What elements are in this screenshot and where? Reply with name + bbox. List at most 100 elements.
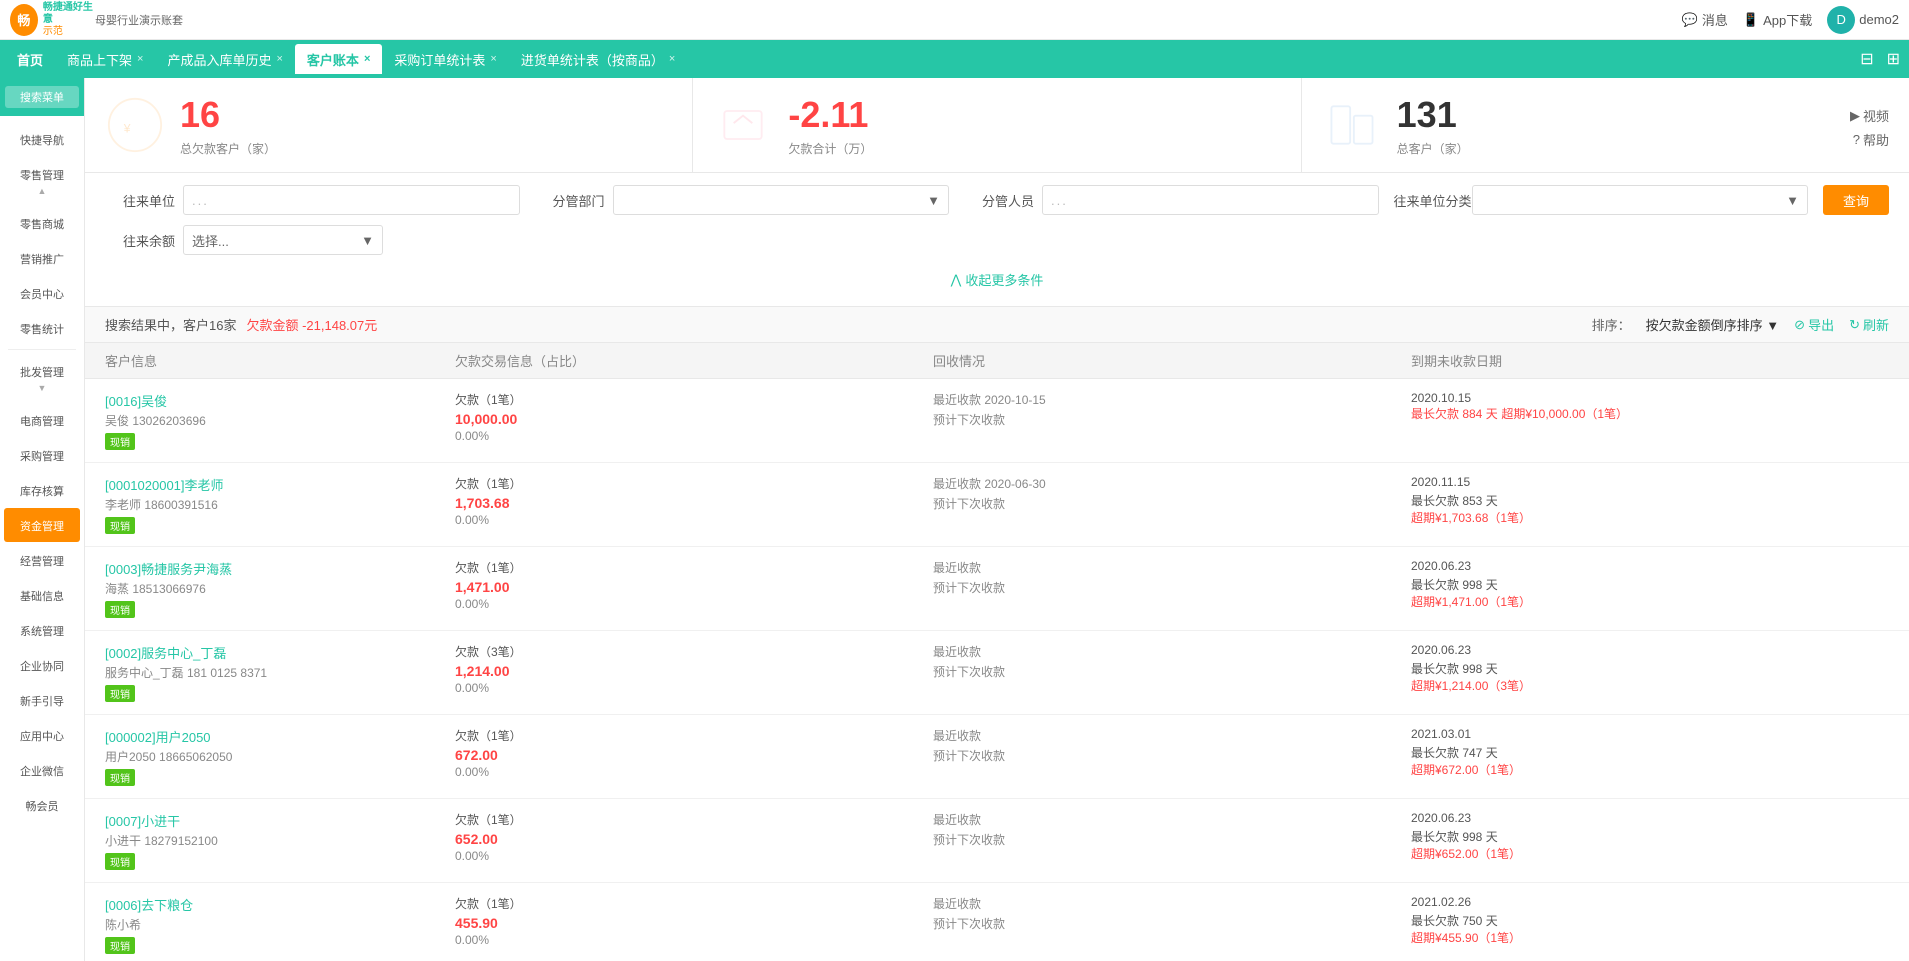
- sidebar-item-retail-mall[interactable]: 零售商城: [4, 206, 80, 240]
- overdue-link-3[interactable]: 超期¥1,214.00（3笔）: [1411, 679, 1531, 693]
- content-area: 搜索菜单 快捷导航 零售管理 ▲ 零售商城 营销推广 会员中心: [0, 78, 1909, 961]
- total-customers-icon: [1322, 95, 1382, 155]
- sidebar-item-marketing[interactable]: 营销推广: [4, 241, 80, 275]
- sidebar-item-free-member[interactable]: 畅会员: [4, 788, 80, 822]
- customer-tag-0: 现销: [105, 433, 135, 450]
- sidebar-search-input[interactable]: 搜索菜单: [5, 86, 79, 108]
- app-download-btn[interactable]: 📱 App下载: [1743, 10, 1812, 29]
- help-icon: ?: [1853, 132, 1860, 147]
- sidebar-item-purchase[interactable]: 采购管理: [4, 438, 80, 472]
- sidebar-item-member[interactable]: 会员中心: [4, 276, 80, 310]
- total-customers-value: 131: [1397, 93, 1835, 136]
- sidebar: 搜索菜单 快捷导航 零售管理 ▲ 零售商城 营销推广 会员中心: [0, 78, 85, 961]
- filter-area: 往来单位 ... 分管部门 ▼ 分管人员: [85, 173, 1909, 307]
- overdue-link-0[interactable]: 超期¥10,000.00（1笔）: [1501, 407, 1628, 421]
- tab-purchase-order[interactable]: 采购订单统计表 ×: [382, 44, 508, 74]
- balance-select[interactable]: 选择... ▼: [183, 225, 383, 255]
- main-nav: 首页 商品上下架 × 产成品入库单历史 × 客户账本 × 采购订单统计表 × 进…: [0, 40, 1909, 78]
- dept-select[interactable]: ▼: [613, 185, 950, 215]
- user-avatar-btn[interactable]: D demo2: [1827, 6, 1899, 34]
- tab-customer-account[interactable]: 客户账本 ×: [295, 44, 382, 74]
- debt-customers-value: 16: [180, 93, 672, 136]
- export-icon: ⊘: [1794, 317, 1805, 333]
- filter-unit-category: 往来单位分类 ▼: [1394, 185, 1809, 215]
- repay-cell-5: 最近收款 预计下次收款: [933, 811, 1411, 848]
- tab-close-products[interactable]: ×: [137, 53, 143, 65]
- export-btn[interactable]: ⊘ 导出: [1794, 315, 1834, 334]
- sidebar-item-enterprise-collab[interactable]: 企业协同: [4, 648, 80, 682]
- source-unit-input[interactable]: ...: [183, 185, 520, 215]
- table-row: [0001020001]李老师 李老师 18600391516 现销 欠款（1笔…: [85, 463, 1909, 547]
- stat-card-actions: ▶ 视频 ? 帮助: [1850, 101, 1889, 149]
- unit-category-select[interactable]: ▼: [1472, 185, 1809, 215]
- stat-info-total-customers: 131 总客户（家）: [1397, 93, 1835, 157]
- sidebar-item-batch-mgmt[interactable]: 批发管理 ▼: [4, 354, 80, 402]
- repay-cell-4: 最近收款 预计下次收款: [933, 727, 1411, 764]
- stat-card-debt-customers: ¥ 16 总欠款客户（家）: [85, 78, 693, 172]
- col-header-overdue: 到期未收款日期: [1411, 351, 1889, 370]
- sidebar-item-app-center[interactable]: 应用中心: [4, 718, 80, 752]
- repay-cell-6: 最近收款 预计下次收款: [933, 895, 1411, 932]
- sidebar-item-retail-stats[interactable]: 零售统计: [4, 311, 80, 345]
- sidebar-item-ecommerce[interactable]: 电商管理: [4, 403, 80, 437]
- customer-name-1[interactable]: [0001020001]李老师: [105, 475, 455, 494]
- overdue-link-4[interactable]: 超期¥672.00（1笔）: [1411, 763, 1521, 777]
- dept-label: 分管部门: [535, 191, 605, 210]
- sidebar-item-quick-nav[interactable]: 快捷导航: [4, 122, 80, 156]
- tab-production-history[interactable]: 产成品入库单历史 ×: [155, 44, 294, 74]
- overdue-link-5[interactable]: 超期¥652.00（1笔）: [1411, 847, 1521, 861]
- sidebar-item-basic-info[interactable]: 基础信息: [4, 578, 80, 612]
- filter-balance: 往来余额 选择... ▼: [105, 225, 1889, 255]
- collapse-row[interactable]: ⋀ 收起更多条件: [105, 265, 1889, 294]
- debt-cell-4: 欠款（1笔） 672.00 0.00%: [455, 727, 933, 779]
- sidebar-item-biz-mgmt[interactable]: 经营管理: [4, 543, 80, 577]
- sidebar-item-inventory[interactable]: 库存核算: [4, 473, 80, 507]
- sort-value[interactable]: 按欠款金额倒序排序 ▼: [1646, 315, 1779, 334]
- tab-close-production[interactable]: ×: [276, 53, 282, 65]
- debt-amount-label: 欠款合计（万）: [788, 140, 1280, 157]
- sidebar-item-retail-mgmt[interactable]: 零售管理 ▲: [4, 157, 80, 205]
- customer-name-2[interactable]: [0003]畅捷服务尹海蒸: [105, 559, 455, 578]
- tab-home[interactable]: 首页: [5, 44, 55, 74]
- debt-cell-0: 欠款（1笔） 10,000.00 0.00%: [455, 391, 933, 443]
- sidebar-item-enterprise-wechat[interactable]: 企业微信: [4, 753, 80, 787]
- tab-close-customer[interactable]: ×: [364, 53, 370, 65]
- filter-row-2: 往来余额 选择... ▼: [105, 225, 1889, 255]
- customer-cell-4: [000002]用户2050 用户2050 18665062050 现销: [105, 727, 455, 786]
- svg-text:¥: ¥: [123, 122, 131, 136]
- table-header: 客户信息 欠款交易信息（占比） 回收情况 到期未收款日期: [85, 343, 1909, 379]
- customer-name-4[interactable]: [000002]用户2050: [105, 727, 455, 746]
- search-button[interactable]: 查询: [1823, 185, 1889, 215]
- customer-name-0[interactable]: [0016]吴俊: [105, 391, 455, 410]
- overdue-link-6[interactable]: 超期¥455.90（1笔）: [1411, 931, 1521, 945]
- table-row: [0003]畅捷服务尹海蒸 海蒸 18513066976 现销 欠款（1笔） 1…: [85, 547, 1909, 631]
- app-wrapper: 畅 畅捷通好生意 示范 母婴行业演示账套 💬 消息 📱 App下载 D demo…: [0, 0, 1909, 961]
- customer-name-6[interactable]: [0006]去下粮仓: [105, 895, 455, 914]
- overdue-link-1[interactable]: 超期¥1,703.68（1笔）: [1411, 511, 1531, 525]
- refresh-btn[interactable]: ↻ 刷新: [1849, 315, 1889, 334]
- balance-label: 往来余额: [105, 231, 175, 250]
- filter-source-unit: 往来单位 ...: [105, 185, 520, 215]
- tab-products-offline[interactable]: 商品上下架 ×: [55, 44, 155, 74]
- person-input[interactable]: ...: [1042, 185, 1379, 215]
- sidebar-item-capital[interactable]: 资金管理: [4, 508, 80, 542]
- nav-expand-icon[interactable]: ⊞: [1883, 49, 1904, 69]
- tab-close-inbound[interactable]: ×: [669, 53, 675, 65]
- nav-right-actions: ⊟ ⊞: [1856, 49, 1904, 69]
- stats-row: ¥ 16 总欠款客户（家）: [85, 78, 1909, 173]
- tab-close-purchase[interactable]: ×: [490, 53, 496, 65]
- customer-cell-5: [0007]小进干 小进干 18279152100 现销: [105, 811, 455, 870]
- sidebar-item-new-guide[interactable]: 新手引导: [4, 683, 80, 717]
- company-title: 母婴行业演示账套: [95, 12, 1682, 28]
- customer-name-5[interactable]: [0007]小进干: [105, 811, 455, 830]
- help-action[interactable]: ? 帮助: [1853, 130, 1889, 149]
- message-btn[interactable]: 💬 消息: [1682, 10, 1728, 29]
- video-action[interactable]: ▶ 视频: [1850, 106, 1889, 125]
- customer-cell-6: [0006]去下粮仓 陈小希 现销: [105, 895, 455, 954]
- overdue-link-2[interactable]: 超期¥1,471.00（1笔）: [1411, 595, 1531, 609]
- customer-name-3[interactable]: [0002]服务中心_丁磊: [105, 643, 455, 662]
- nav-shrink-icon[interactable]: ⊟: [1856, 49, 1877, 69]
- tab-inbound-stats[interactable]: 进货单统计表（按商品） ×: [509, 44, 687, 74]
- person-label: 分管人员: [964, 191, 1034, 210]
- sidebar-item-system[interactable]: 系统管理: [4, 613, 80, 647]
